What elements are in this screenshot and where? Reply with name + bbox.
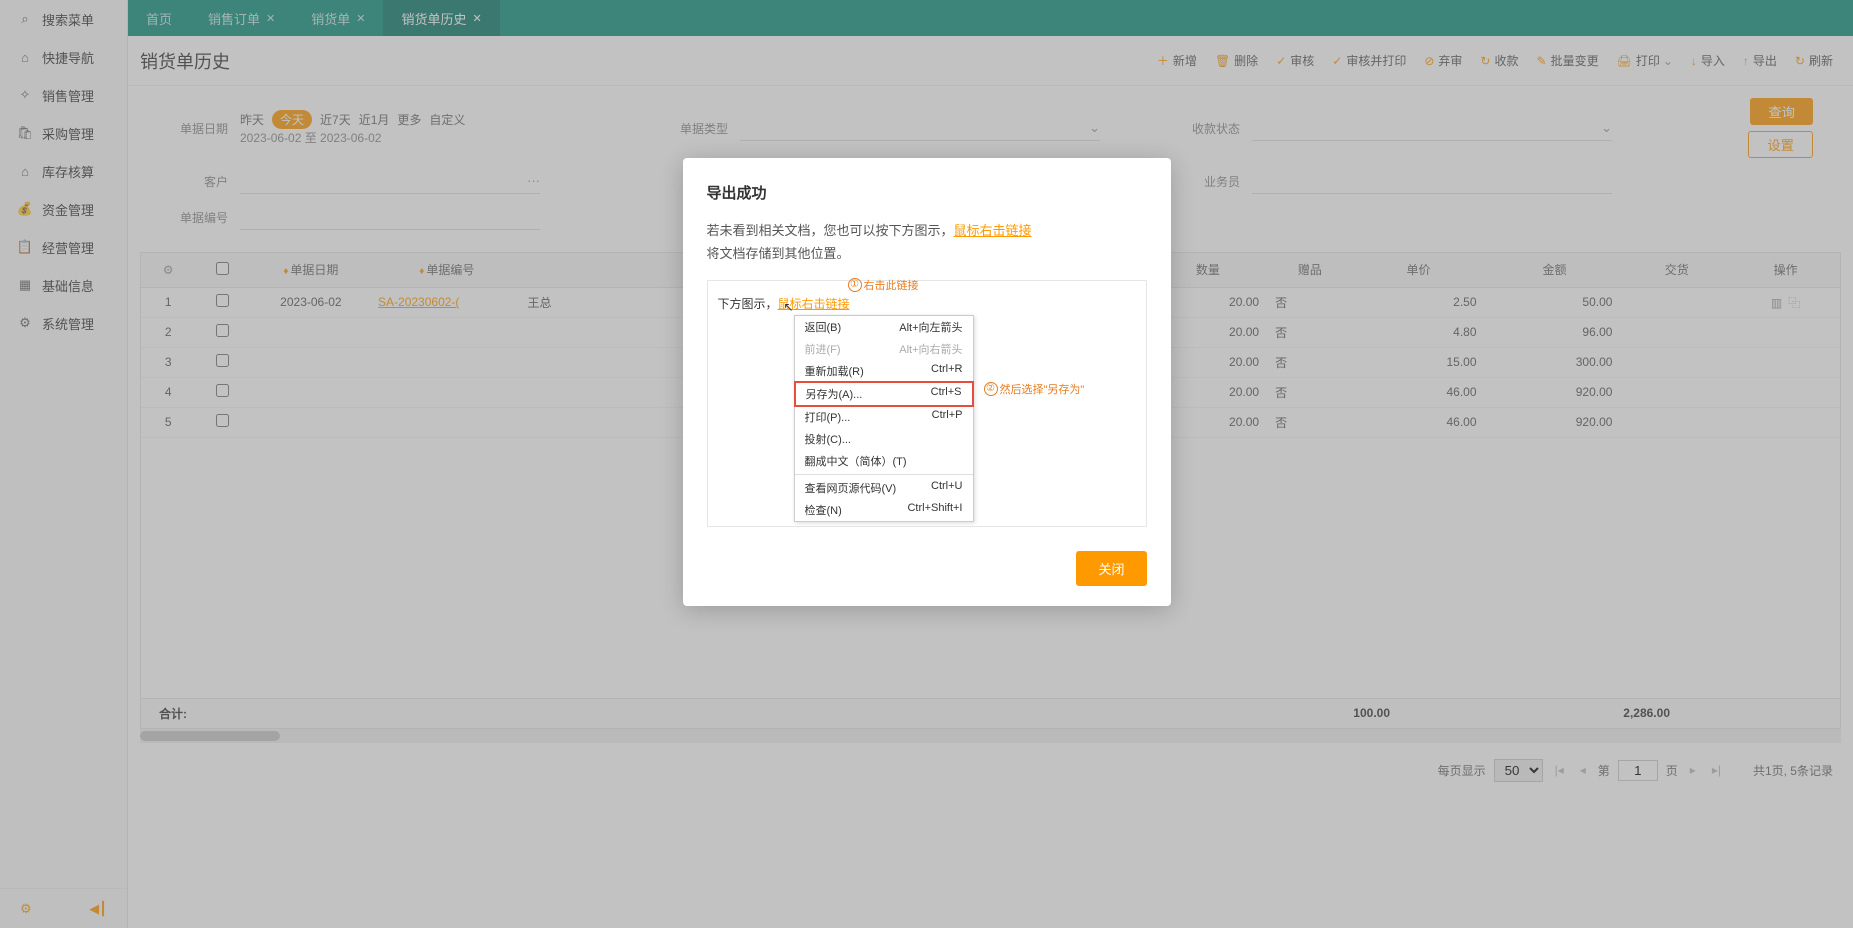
ctx-item: 打印(P)...Ctrl+P <box>795 406 973 428</box>
annotation-1: ①右击此链接 <box>848 277 919 293</box>
ctx-item: 前进(F)Alt+向右箭头 <box>795 338 973 360</box>
demo-caption: 下方图示，鼠标右击链接 ↖ ①右击此链接 <box>718 295 1136 312</box>
ctx-item: 另存为(A)...Ctrl+S <box>794 381 974 407</box>
modal-close-button[interactable]: 关闭 <box>1076 551 1146 586</box>
ctx-item: 检查(N)Ctrl+Shift+I <box>795 499 973 521</box>
modal-title: 导出成功 <box>707 182 1147 203</box>
ctx-item: 返回(B)Alt+向左箭头 <box>795 316 973 338</box>
context-menu-illustration: 返回(B)Alt+向左箭头 前进(F)Alt+向右箭头 重新加载(R)Ctrl+… <box>794 315 974 522</box>
ctx-item: 查看网页源代码(V)Ctrl+U <box>795 477 973 499</box>
ctx-item: 重新加载(R)Ctrl+R <box>795 360 973 382</box>
right-click-link[interactable]: 鼠标右击链接 <box>954 223 1032 238</box>
ctx-item: 翻成中文（简体）(T) <box>795 450 973 472</box>
modal-body-text: 若未看到相关文档，您也可以按下方图示，鼠标右击链接 将文档存储到其他位置。 <box>707 219 1147 266</box>
demo-box: 下方图示，鼠标右击链接 ↖ ①右击此链接 返回(B)Alt+向左箭头 前进(F)… <box>707 280 1147 527</box>
modal-overlay[interactable]: 导出成功 若未看到相关文档，您也可以按下方图示，鼠标右击链接 将文档存储到其他位… <box>0 0 1853 928</box>
ctx-item: 投射(C)... <box>795 428 973 450</box>
annotation-2: ②然后选择"另存为" <box>984 381 1085 397</box>
cursor-icon: ↖ <box>784 300 794 314</box>
export-success-modal: 导出成功 若未看到相关文档，您也可以按下方图示，鼠标右击链接 将文档存储到其他位… <box>683 158 1171 606</box>
